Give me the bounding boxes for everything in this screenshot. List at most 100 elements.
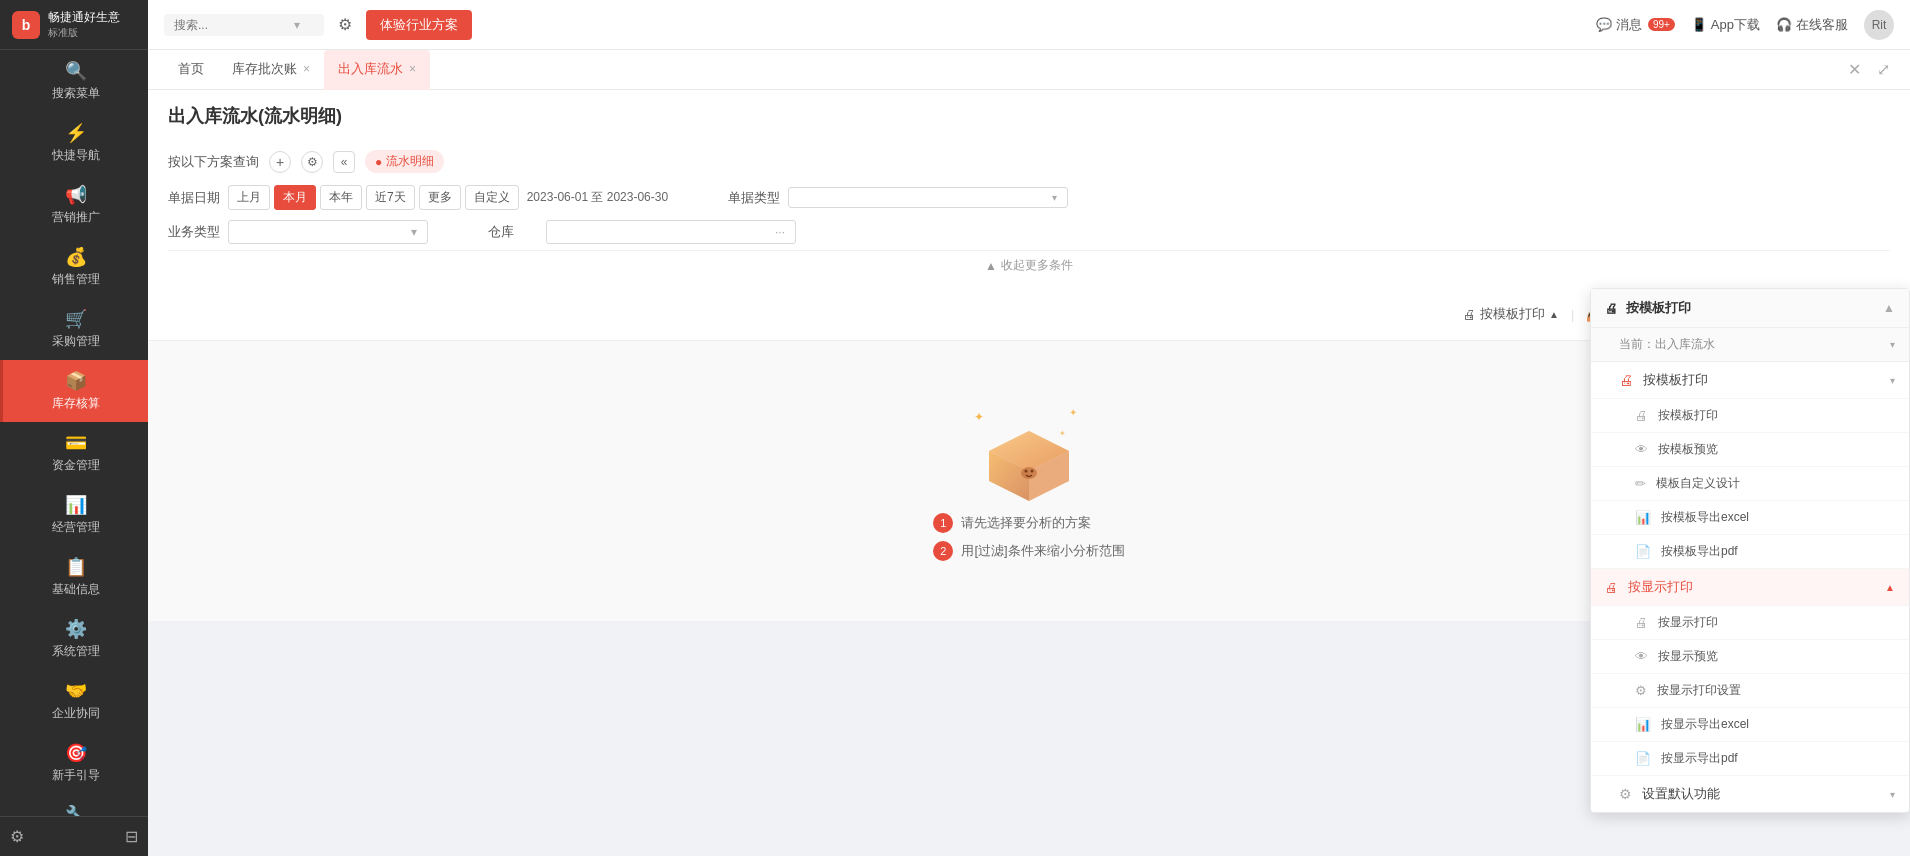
dropdown-item-template-section[interactable]: 🖨 按模板打印 ▾ xyxy=(1591,362,1909,399)
topbar-gear-icon[interactable]: ⚙ xyxy=(334,11,356,38)
dropdown-sub-template-preview[interactable]: 👁 按模板预览 xyxy=(1591,433,1909,467)
sidebar-item-system[interactable]: ⚙️ 系统管理 xyxy=(0,608,148,670)
date-btn-last-month[interactable]: 上月 xyxy=(228,185,270,210)
filter-collapse-button[interactable]: « xyxy=(333,151,355,173)
sidebar-item-base[interactable]: 📋 基础信息 xyxy=(0,546,148,608)
search-chevron-icon[interactable]: ▾ xyxy=(294,18,300,32)
dropdown-sub-template-pdf[interactable]: 📄 按模板导出pdf xyxy=(1591,535,1909,569)
filter-business-type-field: 业务类型 ▾ xyxy=(168,220,428,244)
filter-tag-icon: ● xyxy=(375,155,382,169)
dropdown-section-display-left: 🖨 按显示打印 xyxy=(1605,578,1693,596)
bill-type-select[interactable]: ▾ xyxy=(788,187,1068,208)
search-icon: 🔍 xyxy=(65,60,87,82)
tab-stock-flow-close[interactable]: × xyxy=(409,62,416,76)
empty-illustration: ✦ ✦ ✦ xyxy=(969,401,1089,501)
sidebar-scroll: 🔍 搜索菜单 ⚡ 快捷导航 📢 营销推广 💰 销售管理 🛒 采购管理 📦 库存核… xyxy=(0,50,148,816)
app-download-button[interactable]: 📱 App下载 xyxy=(1691,16,1760,34)
date-btn-7days[interactable]: 近7天 xyxy=(366,185,415,210)
print-template-label: 按模板打印 xyxy=(1480,305,1545,323)
current-item: 当前：出入库流水 ▾ xyxy=(1591,328,1909,362)
date-btn-this-year[interactable]: 本年 xyxy=(320,185,362,210)
message-button[interactable]: 💬 消息 99+ xyxy=(1596,16,1675,34)
industry-solution-button[interactable]: 体验行业方案 xyxy=(366,10,472,40)
dropdown-footer-gear-icon: ⚙ xyxy=(1619,786,1632,802)
sidebar-item-guide[interactable]: 🎯 新手引导 xyxy=(0,732,148,794)
app-name: 畅捷通好生意 xyxy=(48,10,120,26)
sidebar-bottom: ⚙ ⊟ xyxy=(0,816,148,856)
filter-settings-button[interactable]: ⚙ xyxy=(301,151,323,173)
date-btn-more[interactable]: 更多 xyxy=(419,185,461,210)
collapse-button[interactable]: ▲ 收起更多条件 xyxy=(985,257,1073,274)
sidebar-item-purchase[interactable]: 🛒 采购管理 xyxy=(0,298,148,360)
dropdown-printer-icon: 🖨 xyxy=(1619,372,1633,388)
topbar-right: 💬 消息 99+ 📱 App下载 🎧 在线客服 Rit xyxy=(1596,10,1894,40)
sidebar-collapse-btn[interactable]: ⊟ xyxy=(125,827,138,846)
sidebar-item-inventory[interactable]: 📦 库存核算 xyxy=(0,360,148,422)
filter-date-row: 单据日期 上月 本月 本年 近7天 更多 自定义 2023-06-01 至 20… xyxy=(168,185,1890,210)
guide-icon: 🎯 xyxy=(65,742,87,764)
sidebar-item-search[interactable]: 🔍 搜索菜单 xyxy=(0,50,148,112)
sidebar-settings-btn[interactable]: ⚙ xyxy=(10,827,24,846)
user-avatar[interactable]: Rit xyxy=(1864,10,1894,40)
app-edition: 标准版 xyxy=(48,26,120,39)
tab-inventory-batch-close[interactable]: × xyxy=(303,62,310,76)
sidebar-item-label-search: 搜索菜单 xyxy=(52,85,100,102)
dropdown-sub-display-settings[interactable]: ⚙ 按显示打印设置 xyxy=(1591,674,1909,708)
filter-label: 按以下方案查询 xyxy=(168,153,259,171)
dropdown-sub-template-design[interactable]: ✏ 模板自定义设计 xyxy=(1591,467,1909,501)
sidebar-item-cooperation[interactable]: 🤝 企业协同 xyxy=(0,670,148,732)
date-btn-this-month[interactable]: 本月 xyxy=(274,185,316,210)
dropdown-header-chevron-icon[interactable]: ▲ xyxy=(1883,301,1895,315)
svg-point-5 xyxy=(1024,470,1027,473)
filter-tag-label: 流水明细 xyxy=(386,153,434,170)
filter-row2: 业务类型 ▾ 仓库 ··· xyxy=(168,220,1890,244)
dropdown-display-print-label: 按显示打印 xyxy=(1628,578,1693,596)
date-field-label: 单据日期 xyxy=(168,189,220,207)
tab-home[interactable]: 首页 xyxy=(164,50,218,90)
maximize-btn[interactable]: ⤢ xyxy=(1873,58,1894,81)
dropdown-footer-arrow-icon: ▾ xyxy=(1890,789,1895,800)
sidebar-item-label-guide: 新手引导 xyxy=(52,767,100,784)
warehouse-input[interactable]: ··· xyxy=(546,220,796,244)
dropdown-sub-template-excel[interactable]: 📊 按模板导出excel xyxy=(1591,501,1909,535)
filter-top-row: 按以下方案查询 + ⚙ « ● 流水明细 xyxy=(168,150,1890,173)
dropdown-header-left: 🖨 按模板打印 xyxy=(1605,299,1691,317)
step-1-number: 1 xyxy=(933,513,953,533)
main-area: ▾ ⚙ 体验行业方案 💬 消息 99+ 📱 App下载 🎧 在线客服 Rit xyxy=(148,0,1910,856)
sidebar-item-label-sales: 销售管理 xyxy=(52,271,100,288)
tabs-bar: 首页 库存批次账 × 出入库流水 × ✕ ⤢ xyxy=(148,50,1910,90)
dropdown-sub-display-print-label: 按显示打印 xyxy=(1658,614,1718,631)
app-logo-icon: b xyxy=(12,11,40,39)
content-area: 出入库流水(流水明细) 按以下方案查询 + ⚙ « ● 流水明细 单据日期 xyxy=(148,90,1910,856)
business-type-label: 业务类型 xyxy=(168,223,220,241)
customer-service-button[interactable]: 🎧 在线客服 xyxy=(1776,16,1848,34)
sidebar-item-marketing[interactable]: 📢 营销推广 xyxy=(0,174,148,236)
svg-text:✦: ✦ xyxy=(1059,429,1066,438)
close-all-tabs-btn[interactable]: ✕ xyxy=(1844,58,1865,81)
sidebar-item-apps[interactable]: 🔧 应用中心 xyxy=(0,794,148,816)
dropdown-sub-display-excel[interactable]: 📊 按显示导出excel xyxy=(1591,708,1909,742)
sidebar-item-quick-nav[interactable]: ⚡ 快捷导航 xyxy=(0,112,148,174)
date-btn-custom[interactable]: 自定义 xyxy=(465,185,519,210)
dropdown-sub-display-preview[interactable]: 👁 按显示预览 xyxy=(1591,640,1909,674)
topbar-search-container: ▾ xyxy=(164,14,324,36)
dropdown-sub-display-pdf[interactable]: 📄 按显示导出pdf xyxy=(1591,742,1909,776)
dropdown-section-display[interactable]: 🖨 按显示打印 ▲ xyxy=(1591,569,1909,606)
sidebar-item-finance[interactable]: 💳 资金管理 xyxy=(0,422,148,484)
sidebar-item-sales[interactable]: 💰 销售管理 xyxy=(0,236,148,298)
dropdown-sub-template-excel-label: 按模板导出excel xyxy=(1661,509,1749,526)
filter-add-button[interactable]: + xyxy=(269,151,291,173)
step-2-number: 2 xyxy=(933,541,953,561)
search-input[interactable] xyxy=(174,18,294,32)
business-type-input[interactable]: ▾ xyxy=(228,220,428,244)
dropdown-footer-default-settings[interactable]: ⚙ 设置默认功能 ▾ xyxy=(1591,776,1909,812)
dropdown-sub-template-print[interactable]: 🖨 按模板打印 xyxy=(1591,399,1909,433)
filter-date-field: 单据日期 上月 本月 本年 近7天 更多 自定义 2023-06-01 至 20… xyxy=(168,185,668,210)
app-download-icon: 📱 xyxy=(1691,17,1707,32)
empty-steps: 1 请先选择要分析的方案 2 用[过滤]条件来缩小分析范围 xyxy=(933,513,1124,561)
tab-inventory-batch[interactable]: 库存批次账 × xyxy=(218,50,324,90)
sidebar-item-operations[interactable]: 📊 经营管理 xyxy=(0,484,148,546)
print-template-button[interactable]: 🖨 按模板打印 ▲ xyxy=(1463,305,1559,323)
dropdown-sub-display-print[interactable]: 🖨 按显示打印 xyxy=(1591,606,1909,640)
tab-stock-flow[interactable]: 出入库流水 × xyxy=(324,50,430,90)
